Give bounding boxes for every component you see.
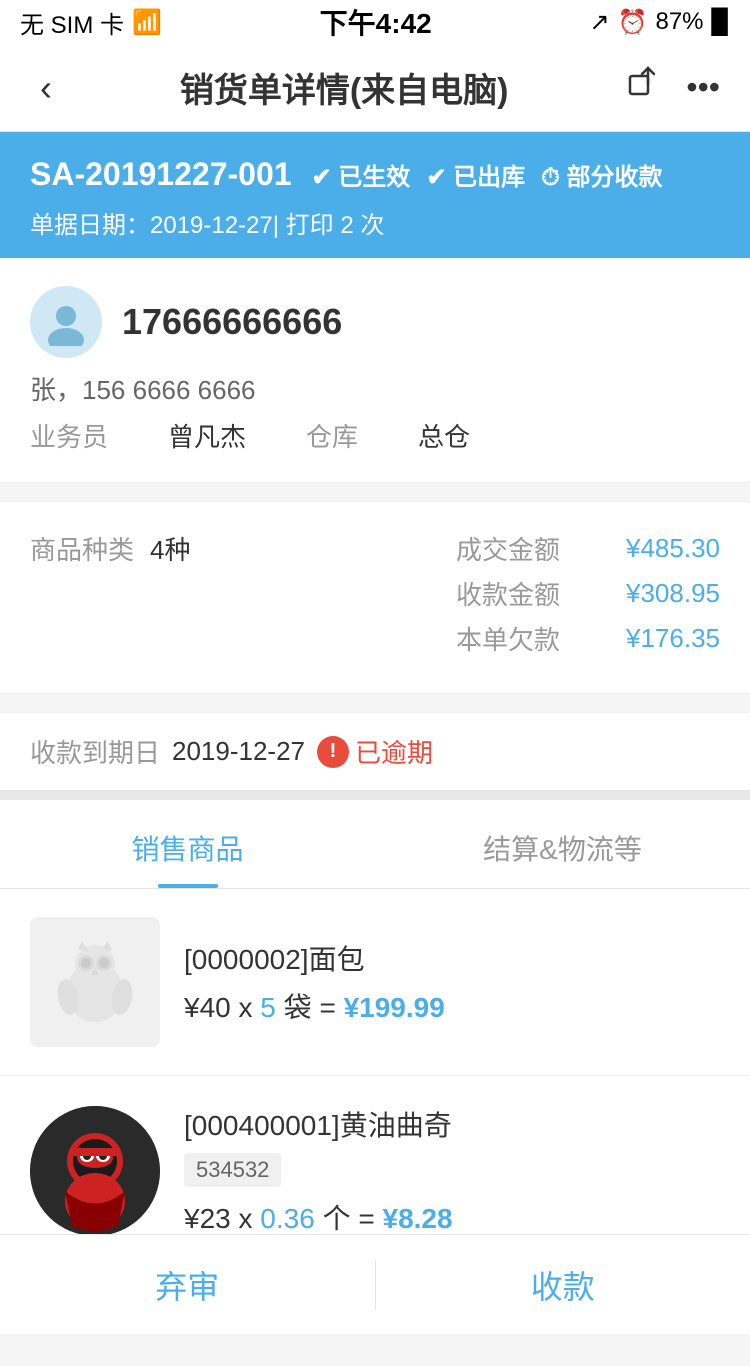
amount-row-1: 成交金额 ¥485.30 bbox=[456, 530, 720, 567]
product-name-1: [0000002]面包 bbox=[184, 938, 720, 978]
summary-row: 商品种类 4种 成交金额 ¥485.30 收款金额 ¥308.95 本单欠款 ¥… bbox=[30, 530, 720, 665]
product-qty-1: 5 bbox=[260, 992, 276, 1023]
product-sku-2: 534532 bbox=[184, 1153, 281, 1187]
bottom-bar: 弃审 收款 bbox=[0, 1234, 750, 1334]
product-equals-2: = bbox=[358, 1203, 382, 1234]
status-bar: 无 SIM 卡 📶 下午4:42 ↗ ⏰ 87% ▉ bbox=[0, 0, 750, 44]
amount-value-1: ¥485.30 bbox=[590, 533, 720, 564]
order-id: SA-20191227-001 bbox=[30, 156, 292, 193]
sales-label: 业务员 bbox=[30, 417, 108, 454]
avatar bbox=[30, 286, 102, 358]
product-list: [0000002]面包 ¥40 x 5 袋 = ¥199.99 bbox=[0, 889, 750, 1266]
product-multiply-1: x bbox=[239, 992, 261, 1023]
customer-name: 17666666666 bbox=[122, 301, 342, 343]
product-multiply-2: x bbox=[239, 1203, 261, 1234]
overdue-text: 已逾期 bbox=[355, 733, 433, 770]
product-price-row-1: ¥40 x 5 袋 = ¥199.99 bbox=[184, 986, 720, 1026]
header-badges: ✔ 已生效 ✔ 已出库 ⏱ 部分收款 bbox=[312, 157, 663, 192]
tab-sales-goods[interactable]: 销售商品 bbox=[0, 800, 375, 888]
amount-label-1: 成交金额 bbox=[456, 530, 560, 567]
nav-title: 销货单详情(来自电脑) bbox=[62, 63, 626, 112]
badge-shipped: ✔ 已出库 bbox=[426, 157, 525, 192]
amount-label-3: 本单欠款 bbox=[456, 620, 560, 657]
location-icon: ↗ bbox=[589, 8, 609, 37]
nav-actions: ••• bbox=[626, 66, 720, 110]
wifi-icon: 📶 bbox=[132, 8, 162, 37]
status-right: ↗ ⏰ 87% ▉ bbox=[589, 8, 730, 37]
product-price-1: ¥40 bbox=[184, 992, 231, 1023]
product-price-2: ¥23 bbox=[184, 1203, 231, 1234]
amount-label-2: 收款金额 bbox=[456, 575, 560, 612]
warehouse-label: 仓库 bbox=[306, 417, 358, 454]
summary-right: 成交金额 ¥485.30 收款金额 ¥308.95 本单欠款 ¥176.35 bbox=[456, 530, 720, 665]
product-qty-2: 0.36 bbox=[260, 1203, 315, 1234]
badge-effective: ✔ 已生效 bbox=[312, 157, 411, 192]
badge-partial: ⏱ 部分收款 bbox=[541, 157, 662, 192]
header-banner: SA-20191227-001 ✔ 已生效 ✔ 已出库 ⏱ 部分收款 单据日期：… bbox=[0, 132, 750, 258]
due-section: 收款到期日 2019-12-27 ! 已逾期 bbox=[0, 712, 750, 800]
alarm-icon: ⏰ bbox=[618, 8, 648, 37]
share-button[interactable] bbox=[626, 66, 662, 110]
due-date-value: 2019-12-27 bbox=[172, 736, 305, 767]
collect-payment-button[interactable]: 收款 bbox=[376, 1242, 750, 1328]
tabs-section: 销售商品 结算&物流等 bbox=[0, 800, 750, 889]
product-image-1 bbox=[30, 917, 160, 1047]
customer-info-row: 业务员 曾凡杰 仓库 总仓 bbox=[30, 417, 720, 454]
order-id-row: SA-20191227-001 ✔ 已生效 ✔ 已出库 ⏱ 部分收款 bbox=[30, 156, 720, 193]
back-button[interactable]: ‹ bbox=[30, 57, 62, 119]
amount-value-2: ¥308.95 bbox=[590, 578, 720, 609]
amount-value-3: ¥176.35 bbox=[590, 623, 720, 654]
product-unit-2: 个 bbox=[323, 1203, 351, 1234]
carrier-text: 无 SIM 卡 bbox=[20, 5, 124, 40]
item-count: 商品种类 4种 bbox=[30, 530, 190, 567]
product-total-2: ¥8.28 bbox=[383, 1203, 453, 1234]
status-time: 下午4:42 bbox=[320, 2, 432, 42]
product-unit-1: 袋 bbox=[284, 992, 312, 1023]
nav-bar: ‹ 销货单详情(来自电脑) ••• bbox=[0, 44, 750, 132]
product-details-1: [0000002]面包 ¥40 x 5 袋 = ¥199.99 bbox=[184, 938, 720, 1026]
warehouse-value: 总仓 bbox=[418, 417, 470, 454]
overdue-icon: ! bbox=[317, 736, 349, 768]
customer-meta: 张，156 6666 6666 bbox=[30, 370, 720, 407]
amount-row-3: 本单欠款 ¥176.35 bbox=[456, 620, 720, 657]
tab-settlement[interactable]: 结算&物流等 bbox=[375, 800, 750, 888]
more-button[interactable]: ••• bbox=[686, 69, 720, 106]
battery-icon: ▉ bbox=[712, 8, 730, 37]
product-equals-1: = bbox=[319, 992, 343, 1023]
overdue-badge: ! 已逾期 bbox=[317, 733, 433, 770]
battery-text: 87% bbox=[655, 8, 703, 36]
product-image-2 bbox=[30, 1106, 160, 1236]
header-date: 单据日期：2019-12-27| 打印 2 次 bbox=[30, 205, 720, 240]
product-details-2: [000400001]黄油曲奇 534532 ¥23 x 0.36 个 = ¥8… bbox=[184, 1104, 720, 1237]
summary-section: 商品种类 4种 成交金额 ¥485.30 收款金额 ¥308.95 本单欠款 ¥… bbox=[0, 501, 750, 694]
sales-value: 曾凡杰 bbox=[168, 417, 246, 454]
summary-left: 商品种类 4种 bbox=[30, 530, 190, 567]
customer-section: 17666666666 张，156 6666 6666 业务员 曾凡杰 仓库 总… bbox=[0, 258, 750, 483]
product-name-2: [000400001]黄油曲奇 bbox=[184, 1104, 720, 1144]
product-total-1: ¥199.99 bbox=[344, 992, 445, 1023]
due-label: 收款到期日 bbox=[30, 733, 160, 770]
amount-row-2: 收款金额 ¥308.95 bbox=[456, 575, 720, 612]
customer-row: 17666666666 bbox=[30, 286, 720, 358]
status-left: 无 SIM 卡 📶 bbox=[20, 5, 162, 40]
product-price-row-2: ¥23 x 0.36 个 = ¥8.28 bbox=[184, 1197, 720, 1237]
cancel-review-button[interactable]: 弃审 bbox=[0, 1242, 375, 1328]
product-placeholder-1 bbox=[30, 917, 160, 1047]
product-item-1: [0000002]面包 ¥40 x 5 袋 = ¥199.99 bbox=[0, 889, 750, 1076]
